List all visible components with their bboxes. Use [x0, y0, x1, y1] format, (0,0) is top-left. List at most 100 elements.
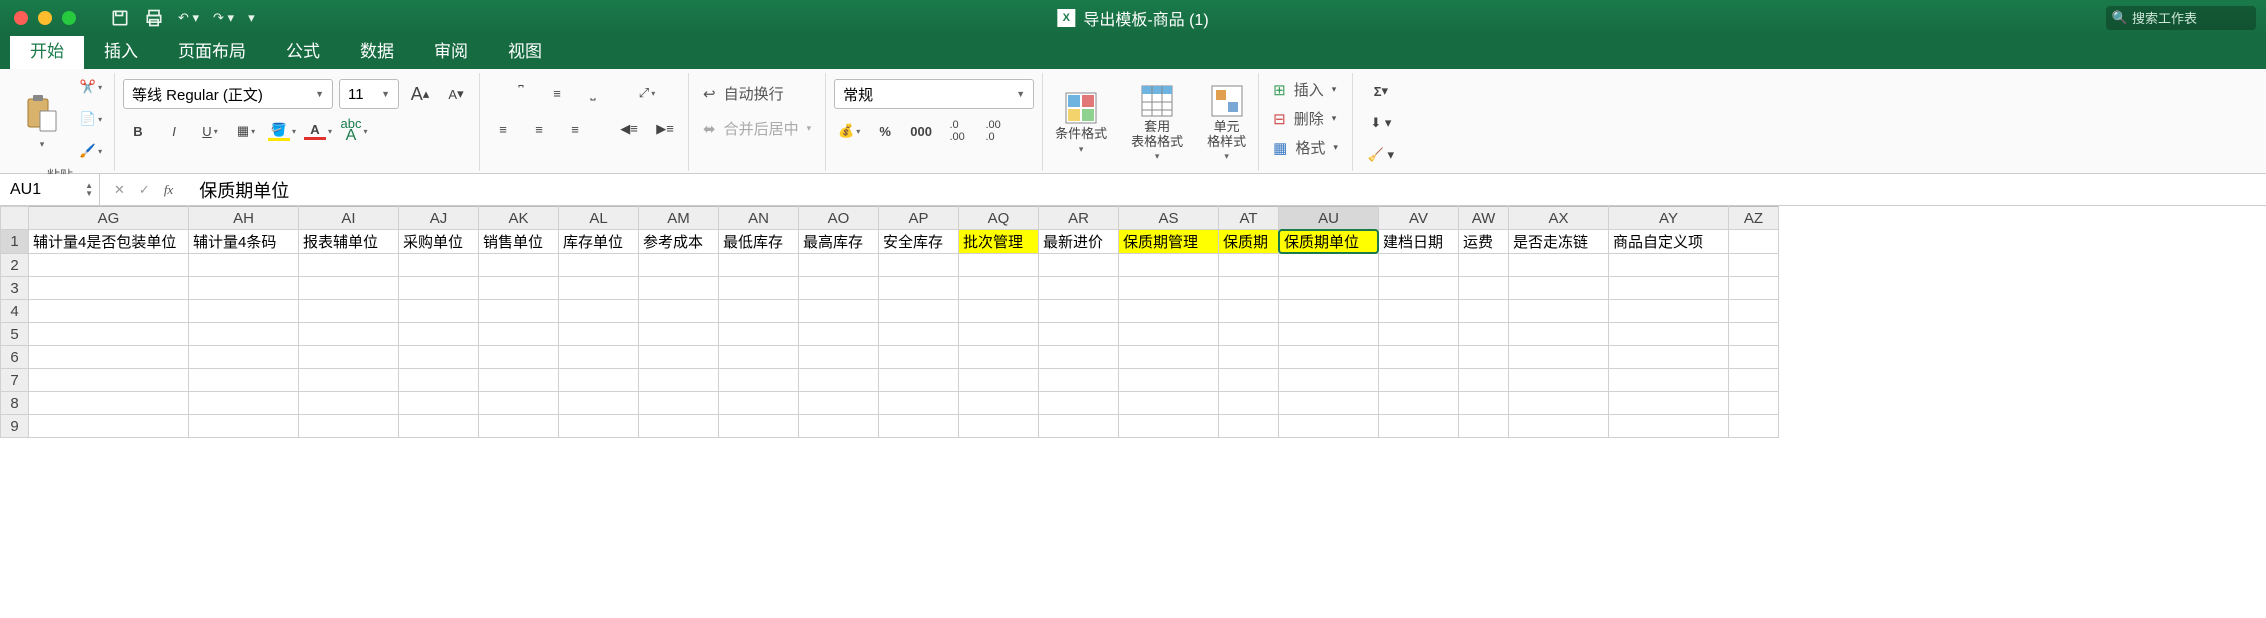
cell[interactable] [1509, 254, 1609, 277]
cell[interactable] [879, 300, 959, 323]
cell[interactable] [799, 415, 879, 438]
fx-icon[interactable]: fx [164, 182, 173, 198]
cell[interactable] [399, 323, 479, 346]
formula-input[interactable] [187, 179, 2266, 200]
cell[interactable] [399, 415, 479, 438]
cell[interactable] [1379, 277, 1459, 300]
row-header[interactable]: 5 [1, 323, 29, 346]
cell[interactable] [1219, 392, 1279, 415]
search-input[interactable] [2106, 6, 2256, 30]
cell[interactable] [1039, 323, 1119, 346]
tab-review[interactable]: 审阅 [414, 31, 488, 69]
align-center-button[interactable]: ≡ [524, 115, 554, 143]
cell[interactable] [1279, 300, 1379, 323]
cell[interactable] [399, 254, 479, 277]
cell[interactable] [719, 254, 799, 277]
row-header[interactable]: 9 [1, 415, 29, 438]
print-icon[interactable] [144, 8, 164, 28]
cell[interactable] [1119, 392, 1219, 415]
cell[interactable] [879, 392, 959, 415]
cell[interactable] [1379, 415, 1459, 438]
cell[interactable] [1609, 254, 1729, 277]
insert-cells-button[interactable]: ⊞插入▾ [1267, 77, 1342, 102]
cell[interactable] [1729, 230, 1779, 254]
cell[interactable] [1119, 323, 1219, 346]
cell[interactable] [299, 392, 399, 415]
cell[interactable] [189, 323, 299, 346]
number-format-select[interactable]: 常规▼ [834, 79, 1034, 109]
increase-indent-button[interactable]: ▶≡ [650, 115, 680, 143]
cell[interactable] [719, 346, 799, 369]
cell[interactable] [479, 277, 559, 300]
cell[interactable] [479, 323, 559, 346]
row-header[interactable]: 6 [1, 346, 29, 369]
currency-button[interactable]: 💰 [834, 117, 864, 145]
cell[interactable]: 商品自定义项 [1609, 230, 1729, 254]
cell[interactable] [299, 346, 399, 369]
cell[interactable] [479, 369, 559, 392]
column-header[interactable]: AV [1379, 207, 1459, 230]
increase-decimal-button[interactable]: .0.00 [942, 117, 972, 145]
cell[interactable] [639, 369, 719, 392]
cell[interactable] [1609, 323, 1729, 346]
align-middle-button[interactable]: ≡ [542, 79, 572, 107]
cell[interactable] [1219, 323, 1279, 346]
column-header[interactable]: AS [1119, 207, 1219, 230]
column-header[interactable]: AG [29, 207, 189, 230]
cell[interactable] [1119, 415, 1219, 438]
cell[interactable] [1039, 277, 1119, 300]
cell[interactable] [1219, 277, 1279, 300]
cell[interactable] [639, 254, 719, 277]
format-painter-button[interactable]: 🖌️ [76, 137, 106, 165]
row-header[interactable]: 4 [1, 300, 29, 323]
cell[interactable] [29, 254, 189, 277]
orientation-button[interactable]: ⤢ [632, 79, 662, 107]
cell[interactable] [1509, 415, 1609, 438]
cell[interactable] [1729, 277, 1779, 300]
cell[interactable] [479, 300, 559, 323]
chevron-down-icon[interactable]: ▼ [85, 190, 93, 198]
cell[interactable] [959, 300, 1039, 323]
align-bottom-button[interactable]: ⎵ [578, 79, 608, 107]
cell[interactable]: 运费 [1459, 230, 1509, 254]
row-header[interactable]: 2 [1, 254, 29, 277]
column-header[interactable]: AT [1219, 207, 1279, 230]
select-all-corner[interactable] [1, 207, 29, 230]
cell[interactable] [959, 346, 1039, 369]
cell[interactable] [29, 415, 189, 438]
cell[interactable]: 采购单位 [399, 230, 479, 254]
cell[interactable] [1459, 300, 1509, 323]
merge-center-button[interactable]: ⬌ 合并后居中 ▾ [697, 116, 817, 141]
cell[interactable] [29, 369, 189, 392]
cell[interactable] [1279, 346, 1379, 369]
cell[interactable]: 辅计量4条码 [189, 230, 299, 254]
format-as-table-button[interactable]: 套用 表格格式▾ [1127, 84, 1187, 162]
cell[interactable] [1379, 323, 1459, 346]
cell[interactable] [1459, 392, 1509, 415]
wrap-text-button[interactable]: ↩ 自动换行 [697, 81, 790, 106]
cell[interactable] [1609, 346, 1729, 369]
cell[interactable] [1609, 300, 1729, 323]
cell[interactable] [1119, 369, 1219, 392]
cell[interactable] [399, 277, 479, 300]
row-header[interactable]: 1 [1, 230, 29, 254]
autosum-button[interactable]: Σ ▾ [1361, 77, 1401, 105]
cell[interactable] [1219, 346, 1279, 369]
cell[interactable] [879, 415, 959, 438]
align-right-button[interactable]: ≡ [560, 115, 590, 143]
column-header[interactable]: AW [1459, 207, 1509, 230]
cell[interactable] [29, 323, 189, 346]
cell[interactable] [1609, 369, 1729, 392]
column-header[interactable]: AO [799, 207, 879, 230]
font-color-button[interactable]: A [303, 117, 333, 145]
cell[interactable] [719, 392, 799, 415]
cell[interactable] [1039, 300, 1119, 323]
cell[interactable] [1119, 300, 1219, 323]
tab-insert[interactable]: 插入 [84, 31, 158, 69]
cell[interactable] [1039, 369, 1119, 392]
column-header[interactable]: AQ [959, 207, 1039, 230]
cell[interactable] [1509, 300, 1609, 323]
cell[interactable] [1729, 392, 1779, 415]
font-name-select[interactable]: 等线 Regular (正文)▼ [123, 79, 333, 109]
decrease-decimal-button[interactable]: .00.0 [978, 117, 1008, 145]
